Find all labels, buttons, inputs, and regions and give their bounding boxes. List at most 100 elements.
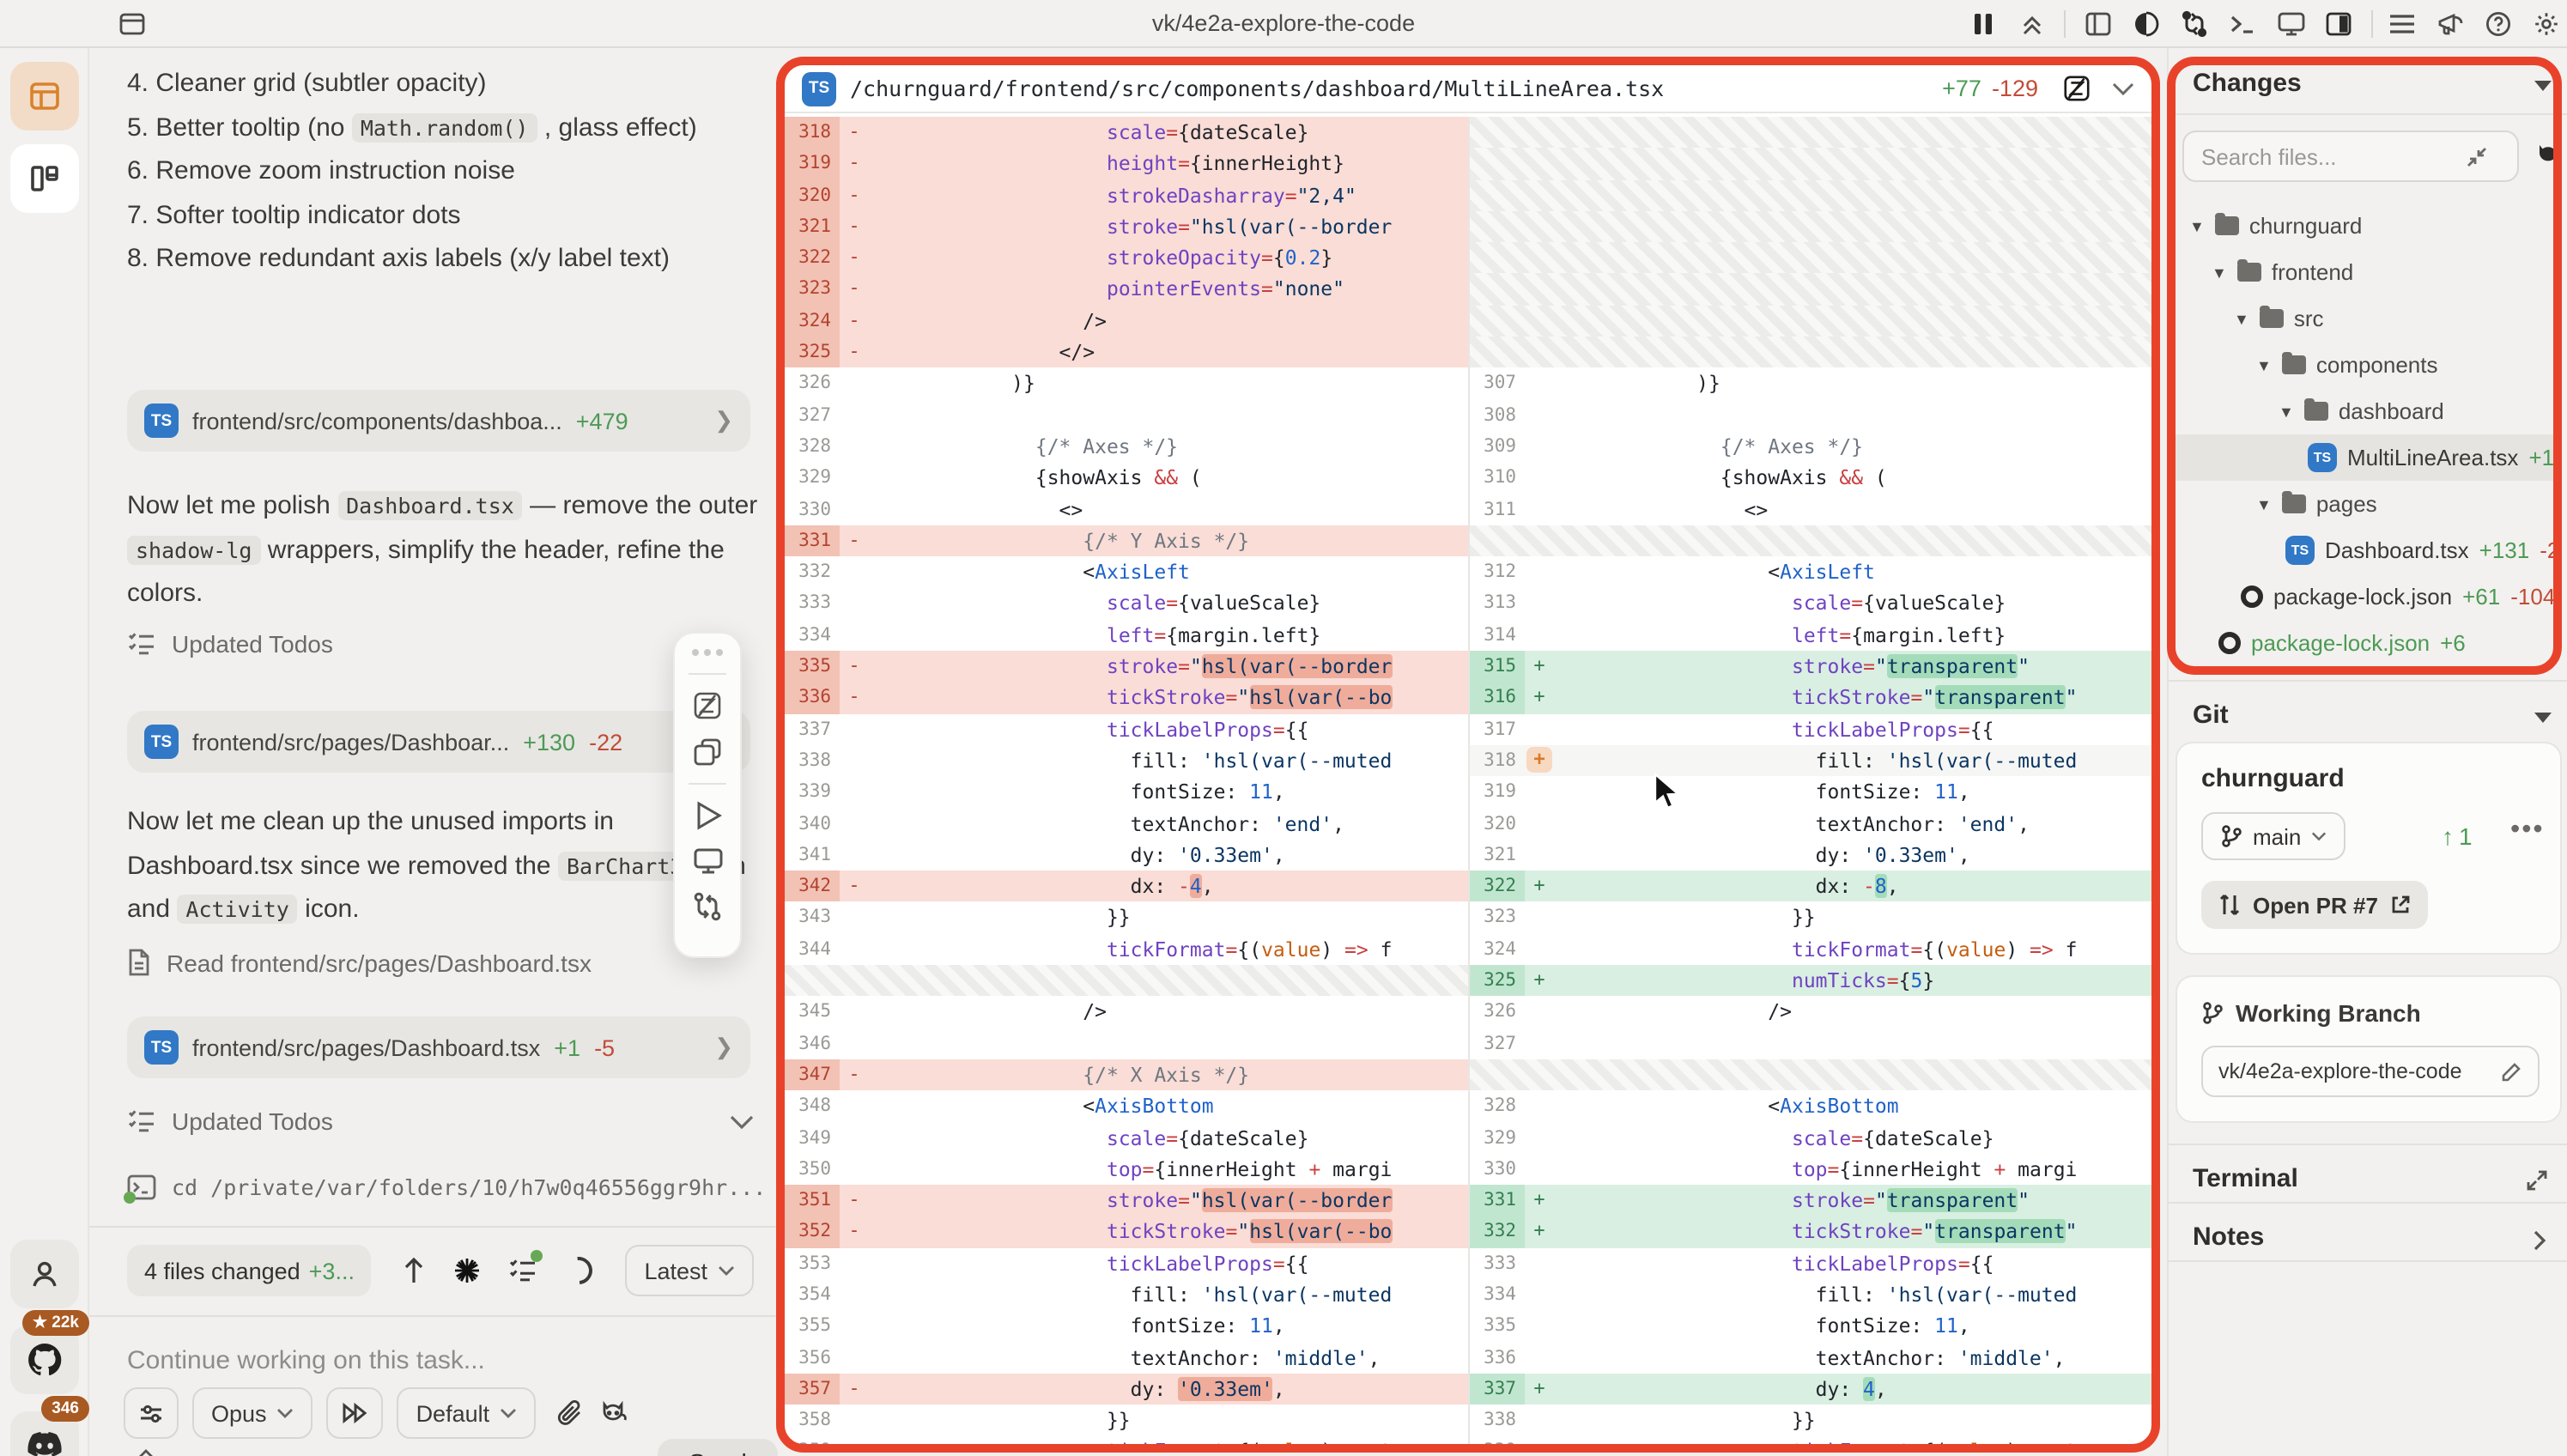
tree-folder-frontend[interactable]: ▼frontend [2169,249,2558,295]
rail-kanban-button[interactable] [10,144,79,213]
line-number: 356 [785,1342,840,1374]
expand-icon[interactable] [2526,1169,2548,1192]
additions-count: +1 [554,1034,580,1060]
read-file-row[interactable]: Read frontend/src/pages/Dashboard.tsx [127,948,592,977]
code-line: fill: 'hsl(var(--muted [1554,745,2151,777]
expand-triangle-icon[interactable]: ▼ [2279,403,2294,420]
inline-code: shadow-lg [127,535,260,564]
code-line: tickFormat={(value) => f [1554,933,2151,965]
highlighter-pen-icon[interactable] [127,1447,158,1456]
tree-file-package-lock.json[interactable]: package-lock.json+6 [2169,620,2558,666]
todo-update-row[interactable]: Updated Todos [127,1107,754,1135]
panel-right-icon[interactable] [2323,9,2354,39]
file-chip-dashboard-1[interactable]: TS frontend/src/pages/Dashboar... +130 -… [127,711,750,773]
diff-view-icon[interactable] [692,690,723,721]
collapse-tree-icon[interactable] [2466,145,2488,167]
git-compare-icon[interactable] [692,891,723,922]
inline-code: Dashboard.tsx [337,491,523,520]
rail-account-button[interactable] [10,1240,79,1308]
open-pr-button[interactable]: Open PR #7 [2201,881,2428,929]
cat-icon[interactable] [2533,141,2564,170]
monitor-icon[interactable] [691,846,724,876]
diff-row: 339 fontSize: 11,319 fontSize: 11, [785,776,2151,808]
collapse-chevron-icon[interactable] [2112,82,2134,95]
rail-github-button[interactable]: ★ 22k [10,1326,79,1394]
mode-dropdown[interactable]: Default [397,1387,537,1439]
chevrons-up-icon[interactable] [2016,9,2047,39]
panel-left-icon[interactable] [2083,9,2114,39]
line-number: 334 [1470,1279,1525,1311]
tree-folder-dashboard[interactable]: ▼dashboard [2169,388,2558,434]
todo-update-row[interactable]: Updated Todos [127,630,333,658]
file-chip-dashboard-2[interactable]: TS frontend/src/pages/Dashboard.tsx +1 -… [127,1016,750,1078]
rail-discord-button[interactable]: 346 [10,1411,79,1456]
diff-mode-icon[interactable] [2062,74,2091,103]
inline-code: BarChart3 [558,851,691,880]
send-button[interactable]: Send [658,1439,778,1456]
more-options-icon[interactable]: ••• [2510,816,2545,846]
tree-file-package-lock.json[interactable]: package-lock.json+61-104 [2169,573,2558,620]
arrow-up-icon[interactable] [403,1257,427,1284]
branch-dropdown[interactable]: main [2201,812,2345,860]
terminal-command-row[interactable]: cd /private/var/folders/10/h7w0q46556ggr… [127,1174,766,1200]
diff-row: 332 <AxisLeft312 <AxisLeft [785,556,2151,588]
tree-file-MultiLineArea.tsx[interactable]: TSMultiLineArea.tsx+110-162 [2169,434,2558,481]
edit-pencil-icon[interactable] [2500,1060,2522,1083]
composer-placeholder[interactable]: Continue working on this task... [127,1339,485,1383]
settings-gear-icon[interactable] [2531,9,2562,39]
tree-folder-src[interactable]: ▼src [2169,295,2558,342]
drag-handle-icon[interactable] [689,647,726,658]
search-files-input[interactable] [2198,142,2455,171]
notes-section-header[interactable]: Notes [2193,1222,2264,1252]
theme-contrast-icon[interactable] [2131,9,2162,39]
tree-item-label: components [2316,352,2438,378]
tree-folder-pages[interactable]: ▼pages [2169,481,2558,527]
chevron-down-icon[interactable] [730,1113,754,1129]
tree-folder-components[interactable]: ▼ components [2169,342,2558,388]
monitor-icon[interactable] [2275,9,2306,39]
pause-icon[interactable] [1968,9,1999,39]
model-dropdown[interactable]: Opus [192,1387,313,1439]
composer-settings-button[interactable] [124,1387,179,1439]
attachment-icon[interactable] [556,1398,584,1428]
changes-header[interactable]: Changes [2193,69,2302,98]
session-controls-bar: 4 files changed +3... Latest [127,1245,754,1296]
add-comment-button[interactable]: + [1526,748,1552,774]
section-collapse-icon[interactable] [2533,79,2553,93]
spark-icon[interactable] [454,1257,482,1284]
files-changed-chip[interactable]: 4 files changed +3... [127,1245,372,1296]
expand-triangle-icon[interactable]: ▼ [2234,310,2249,327]
git-compare-icon[interactable] [2179,9,2210,39]
expand-triangle-icon[interactable]: ▼ [2189,217,2205,234]
rail-layout-button[interactable] [10,62,79,130]
play-icon[interactable] [693,800,722,831]
file-chip-multilinearea[interactable]: TS frontend/src/components/dashboa... +4… [127,390,750,452]
expand-triangle-icon[interactable]: ▼ [2256,356,2272,373]
tree-folder-churnguard[interactable]: ▼churnguard [2169,203,2558,249]
copy-icon[interactable] [692,737,723,767]
expand-triangle-icon[interactable]: ▼ [2212,264,2227,281]
folder-icon [2282,494,2306,513]
line-number: 333 [785,588,840,620]
todo-status-icon[interactable] [509,1257,538,1284]
diff-row: 329 {showAxis && (310 {showAxis && ( [785,463,2151,494]
ahead-count[interactable]: ↑1 [2442,822,2473,850]
line-number: 346 [785,1028,840,1059]
search-files-box[interactable] [2182,130,2519,182]
fast-forward-button[interactable] [327,1387,384,1439]
working-branch-field[interactable]: vk/4e2a-explore-the-code [2201,1046,2540,1097]
terminal-section-header[interactable]: Terminal [2193,1164,2298,1193]
section-collapse-icon[interactable] [2533,711,2553,725]
deletions-count: -5 [594,1034,615,1060]
megaphone-icon[interactable] [2435,9,2466,39]
cat-icon[interactable] [598,1399,628,1427]
tree-file-Dashboard.tsx[interactable]: TSDashboard.tsx+131-233 [2169,527,2558,573]
latest-dropdown[interactable]: Latest [625,1245,754,1296]
help-icon[interactable] [2483,9,2514,39]
expand-triangle-icon[interactable]: ▼ [2256,495,2272,513]
git-header[interactable]: Git [2193,701,2229,730]
line-number: 352 [785,1216,840,1248]
menu-icon[interactable] [2387,9,2418,39]
chevron-right-icon[interactable] [2533,1229,2546,1252]
terminal-icon[interactable] [2227,9,2258,39]
